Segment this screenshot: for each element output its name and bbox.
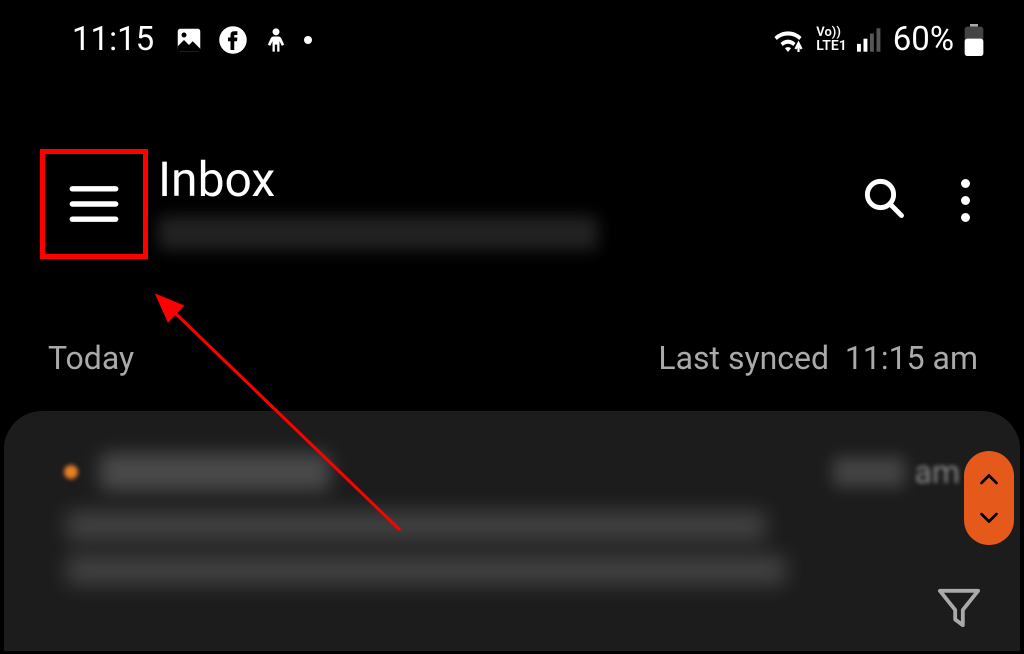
kebab-dot-icon (961, 213, 970, 222)
gallery-icon (174, 25, 204, 55)
hamburger-icon (68, 178, 120, 230)
email-header-row: am (64, 453, 960, 491)
account-email-blurred (158, 216, 598, 250)
search-button[interactable] (863, 177, 905, 223)
chevron-down-icon (980, 511, 998, 523)
wifi-icon (770, 25, 806, 55)
search-icon (863, 177, 905, 219)
section-label: Today (48, 339, 134, 377)
email-list-item[interactable]: am (4, 411, 1020, 651)
filter-button[interactable] (936, 587, 982, 633)
scroll-handle[interactable] (964, 451, 1014, 545)
header-title-group: Inbox (158, 149, 853, 250)
email-preview-line-blurred (66, 555, 786, 585)
sync-status: Last synced 11:15 am (658, 339, 978, 377)
list-section-header: Today Last synced 11:15 am (0, 289, 1024, 397)
kebab-dot-icon (961, 179, 970, 188)
battery-percentage: 60% (893, 20, 954, 59)
menu-button[interactable] (40, 149, 148, 259)
email-preview-line-blurred (66, 511, 766, 541)
email-time-number-blurred (833, 457, 905, 487)
status-left: 11:15 (72, 20, 312, 59)
kebab-dot-icon (961, 196, 970, 205)
app-header: Inbox (0, 69, 1024, 289)
prayer-icon (262, 26, 290, 54)
more-options-button[interactable] (953, 179, 978, 222)
unread-indicator-icon (64, 465, 78, 479)
sender-name-blurred (100, 453, 330, 491)
facebook-icon (218, 25, 248, 55)
status-bar: 11:15 Vo)) LTE1 60% (0, 0, 1024, 69)
signal-icon (857, 28, 883, 52)
email-time: am (833, 453, 960, 491)
filter-icon (936, 587, 982, 629)
chevron-up-icon (980, 474, 998, 486)
notification-dot-icon (304, 36, 312, 44)
battery-icon (964, 24, 984, 56)
page-title: Inbox (158, 151, 853, 208)
lte-label: Vo)) LTE1 (816, 26, 846, 53)
header-actions (863, 149, 978, 223)
status-time: 11:15 (72, 20, 154, 59)
status-right: Vo)) LTE1 60% (770, 20, 984, 59)
